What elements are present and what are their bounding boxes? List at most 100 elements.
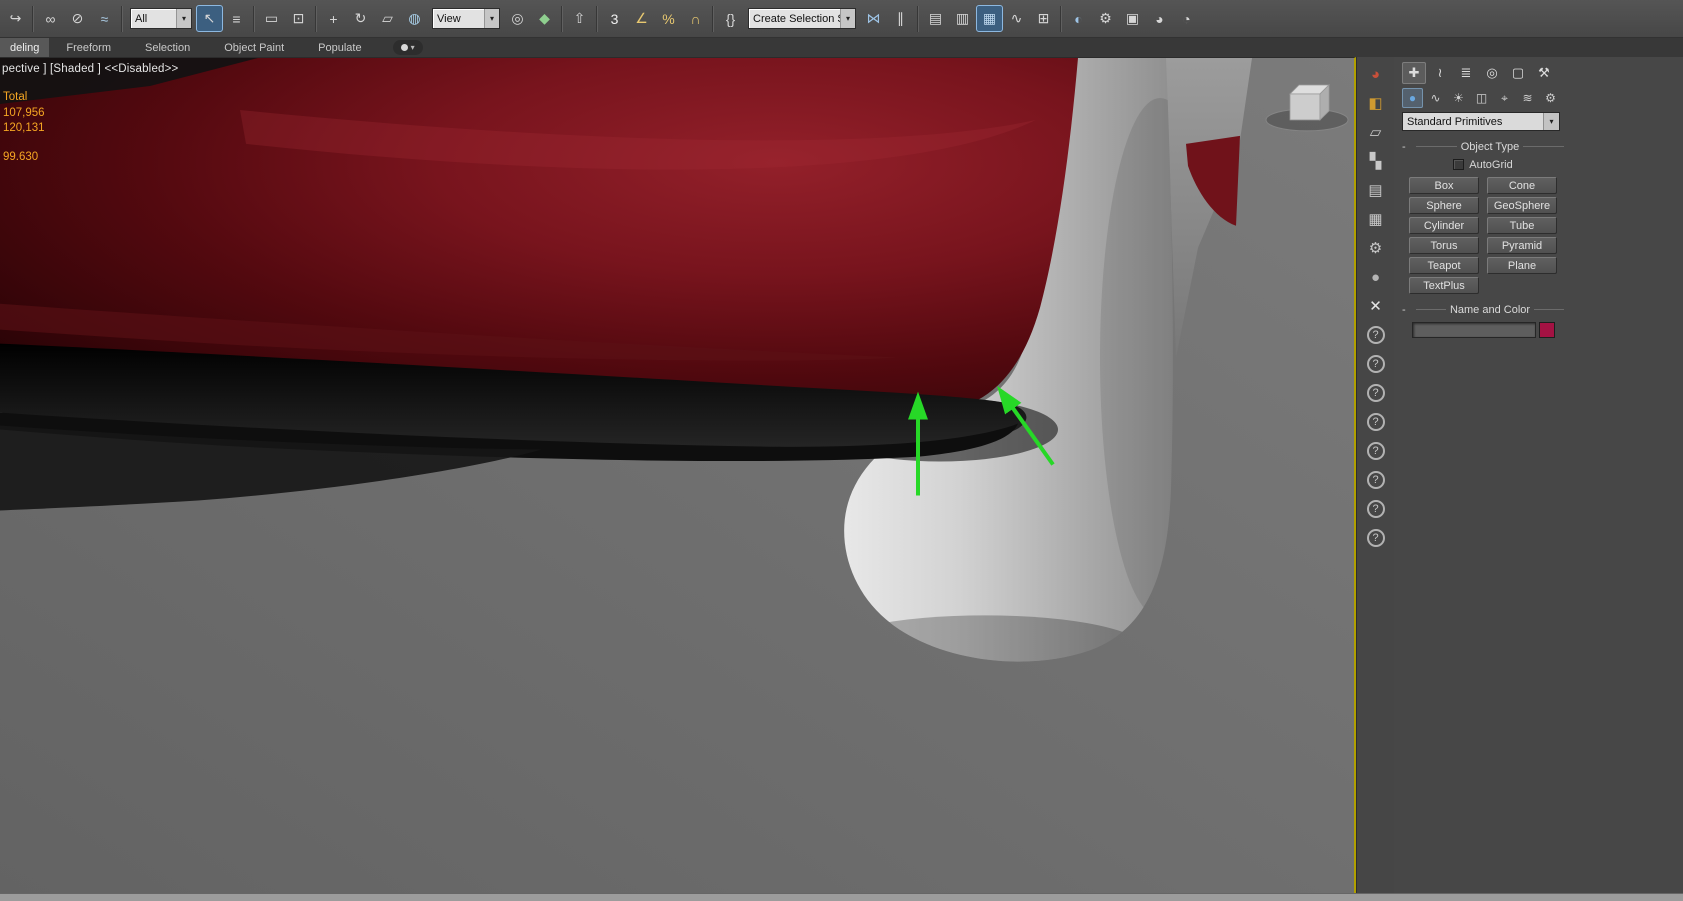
category-geometry[interactable]: ● bbox=[1402, 88, 1423, 108]
ribbon-config-button[interactable]: ▾ bbox=[392, 40, 423, 55]
box-button[interactable]: Box bbox=[1409, 177, 1479, 194]
unknown-script-button-icon[interactable]: ? bbox=[1361, 496, 1391, 522]
select-by-name-icon[interactable]: ≡ bbox=[223, 5, 250, 32]
grid-panel-icon[interactable]: ▦ bbox=[1361, 206, 1391, 232]
stats-total-label: Total bbox=[3, 91, 28, 103]
tab-modeling[interactable]: deling bbox=[0, 38, 50, 57]
paint-bucket-icon[interactable]: ◧ bbox=[1361, 90, 1391, 116]
collapse-icon: - bbox=[1402, 140, 1406, 153]
toolbar-separator bbox=[312, 5, 320, 32]
snaps-toggle-3d-icon[interactable]: 3 bbox=[601, 5, 628, 32]
redo-icon[interactable]: ↪ bbox=[2, 5, 29, 32]
percent-snap-icon[interactable]: % bbox=[655, 5, 682, 32]
autogrid-checkbox[interactable] bbox=[1453, 159, 1465, 170]
render-production-icon[interactable]: ◕ bbox=[1146, 5, 1173, 32]
tube-button[interactable]: Tube bbox=[1487, 217, 1557, 234]
spinner-snap-icon[interactable]: ∩ bbox=[682, 5, 709, 32]
tab-utilities[interactable]: ⚒ bbox=[1532, 62, 1556, 84]
object-type-rollout-header[interactable]: - Object Type bbox=[1402, 139, 1564, 154]
select-and-rotate-icon[interactable]: ↻ bbox=[347, 5, 374, 32]
close-icon[interactable]: ✕ bbox=[1361, 293, 1391, 319]
render-flyout-icon[interactable]: ◔ bbox=[1173, 5, 1200, 32]
keyboard-shortcut-override-icon[interactable]: ⇧ bbox=[566, 5, 593, 32]
chevron-down-icon: ▾ bbox=[176, 9, 191, 28]
checker-map-icon[interactable]: ▚ bbox=[1361, 148, 1391, 174]
object-color-swatch[interactable] bbox=[1538, 322, 1555, 338]
ribbon-toggle-icon[interactable]: ▦ bbox=[976, 5, 1003, 32]
align-icon[interactable]: ∥ bbox=[887, 5, 914, 32]
category-helpers[interactable]: ⌖ bbox=[1494, 88, 1515, 108]
unknown-script-button-icon[interactable]: ? bbox=[1361, 467, 1391, 493]
material-editor-icon[interactable]: ◐ bbox=[1065, 5, 1092, 32]
teapot-render-icon[interactable]: ◕ bbox=[1361, 61, 1391, 87]
tab-display[interactable]: ▢ bbox=[1506, 62, 1530, 84]
selection-filter-dropdown[interactable]: All ▾ bbox=[130, 8, 192, 29]
sphere-icon[interactable]: ● bbox=[1361, 264, 1391, 290]
tab-selection[interactable]: Selection bbox=[128, 38, 207, 57]
mirror-icon[interactable]: ⋈ bbox=[860, 5, 887, 32]
tab-freeform[interactable]: Freeform bbox=[49, 38, 128, 57]
tab-object-paint[interactable]: Object Paint bbox=[207, 38, 301, 57]
select-and-place-icon[interactable]: ◍ bbox=[401, 5, 428, 32]
sphere-button[interactable]: Sphere bbox=[1409, 197, 1479, 214]
primitives-dropdown[interactable]: Standard Primitives ▾ bbox=[1402, 112, 1560, 131]
unlink-selection-icon[interactable]: ⊘ bbox=[64, 5, 91, 32]
named-selection-sets-dropdown[interactable]: Create Selection Se ▾ bbox=[748, 8, 856, 29]
tab-create[interactable]: ✚ bbox=[1402, 62, 1426, 84]
category-shapes[interactable]: ∿ bbox=[1425, 88, 1446, 108]
unknown-script-button-icon[interactable]: ? bbox=[1361, 438, 1391, 464]
gear-icon[interactable]: ⚙ bbox=[1361, 235, 1391, 261]
toolbar-separator bbox=[29, 5, 37, 32]
rectangular-selection-region-icon[interactable]: ▭ bbox=[258, 5, 285, 32]
layer-explorer-icon[interactable]: ▥ bbox=[949, 5, 976, 32]
category-lights[interactable]: ☀ bbox=[1448, 88, 1469, 108]
document-icon[interactable]: ▱ bbox=[1361, 119, 1391, 145]
select-and-manipulate-icon[interactable]: ◆ bbox=[531, 5, 558, 32]
viewport-label[interactable]: pective ] [Shaded ] <<Disabled>> bbox=[2, 63, 178, 75]
category-space-warps[interactable]: ≋ bbox=[1517, 88, 1538, 108]
scene-explorer-icon[interactable]: ▤ bbox=[922, 5, 949, 32]
geosphere-button[interactable]: GeoSphere bbox=[1487, 197, 1557, 214]
select-and-link-icon[interactable]: ∞ bbox=[37, 5, 64, 32]
autogrid-label: AutoGrid bbox=[1469, 158, 1513, 171]
cone-button[interactable]: Cone bbox=[1487, 177, 1557, 194]
unknown-script-button-icon[interactable]: ? bbox=[1361, 409, 1391, 435]
unknown-script-button-icon[interactable]: ? bbox=[1361, 322, 1391, 348]
angle-snap-icon[interactable]: ∠ bbox=[628, 5, 655, 32]
tab-motion[interactable]: ◎ bbox=[1480, 62, 1504, 84]
tab-modify[interactable]: ≀ bbox=[1428, 62, 1452, 84]
tab-hierarchy[interactable]: ≣ bbox=[1454, 62, 1478, 84]
edit-named-selection-sets-icon[interactable]: {} bbox=[717, 5, 744, 32]
render-setup-icon[interactable]: ⚙ bbox=[1092, 5, 1119, 32]
teapot-button[interactable]: Teapot bbox=[1409, 257, 1479, 274]
statistics-overlay: Total 107,956 120,131 99.630 bbox=[3, 90, 45, 165]
unknown-script-button-icon[interactable]: ? bbox=[1361, 525, 1391, 551]
window-crossing-toggle-icon[interactable]: ⊡ bbox=[285, 5, 312, 32]
curve-editor-icon[interactable]: ∿ bbox=[1003, 5, 1030, 32]
schematic-view-icon[interactable]: ⊞ bbox=[1030, 5, 1057, 32]
category-systems[interactable]: ⚙ bbox=[1540, 88, 1561, 108]
reference-coordinate-system-dropdown[interactable]: View ▾ bbox=[432, 8, 500, 29]
name-and-color-rollout-header[interactable]: - Name and Color bbox=[1402, 302, 1564, 317]
pyramid-button[interactable]: Pyramid bbox=[1487, 237, 1557, 254]
command-panel: ✚ ≀ ≣ ◎ ▢ ⚒ ● ∿ ☀ ◫ ⌖ ≋ ⚙ Standard Primitives ▾ - O… bbox=[1394, 57, 1683, 893]
rendered-frame-window-icon[interactable]: ▣ bbox=[1119, 5, 1146, 32]
plane-button[interactable]: Plane bbox=[1487, 257, 1557, 274]
select-object-icon[interactable]: ↖ bbox=[196, 5, 223, 32]
chevron-down-icon: ▾ bbox=[410, 43, 415, 52]
unknown-script-button-icon[interactable]: ? bbox=[1361, 380, 1391, 406]
use-pivot-point-center-icon[interactable]: ◎ bbox=[504, 5, 531, 32]
toolbar-separator bbox=[1057, 5, 1065, 32]
textplus-button[interactable]: TextPlus bbox=[1409, 277, 1479, 294]
category-cameras[interactable]: ◫ bbox=[1471, 88, 1492, 108]
object-name-field[interactable] bbox=[1411, 322, 1536, 338]
layers-icon[interactable]: ▤ bbox=[1361, 177, 1391, 203]
unknown-script-button-icon[interactable]: ? bbox=[1361, 351, 1391, 377]
tab-populate[interactable]: Populate bbox=[301, 38, 378, 57]
perspective-viewport[interactable]: pective ] [Shaded ] <<Disabled>> Total 1… bbox=[0, 57, 1356, 893]
select-and-uniform-scale-icon[interactable]: ▱ bbox=[374, 5, 401, 32]
bind-to-space-warp-icon[interactable]: ≈ bbox=[91, 5, 118, 32]
select-and-move-icon[interactable]: + bbox=[320, 5, 347, 32]
torus-button[interactable]: Torus bbox=[1409, 237, 1479, 254]
cylinder-button[interactable]: Cylinder bbox=[1409, 217, 1479, 234]
